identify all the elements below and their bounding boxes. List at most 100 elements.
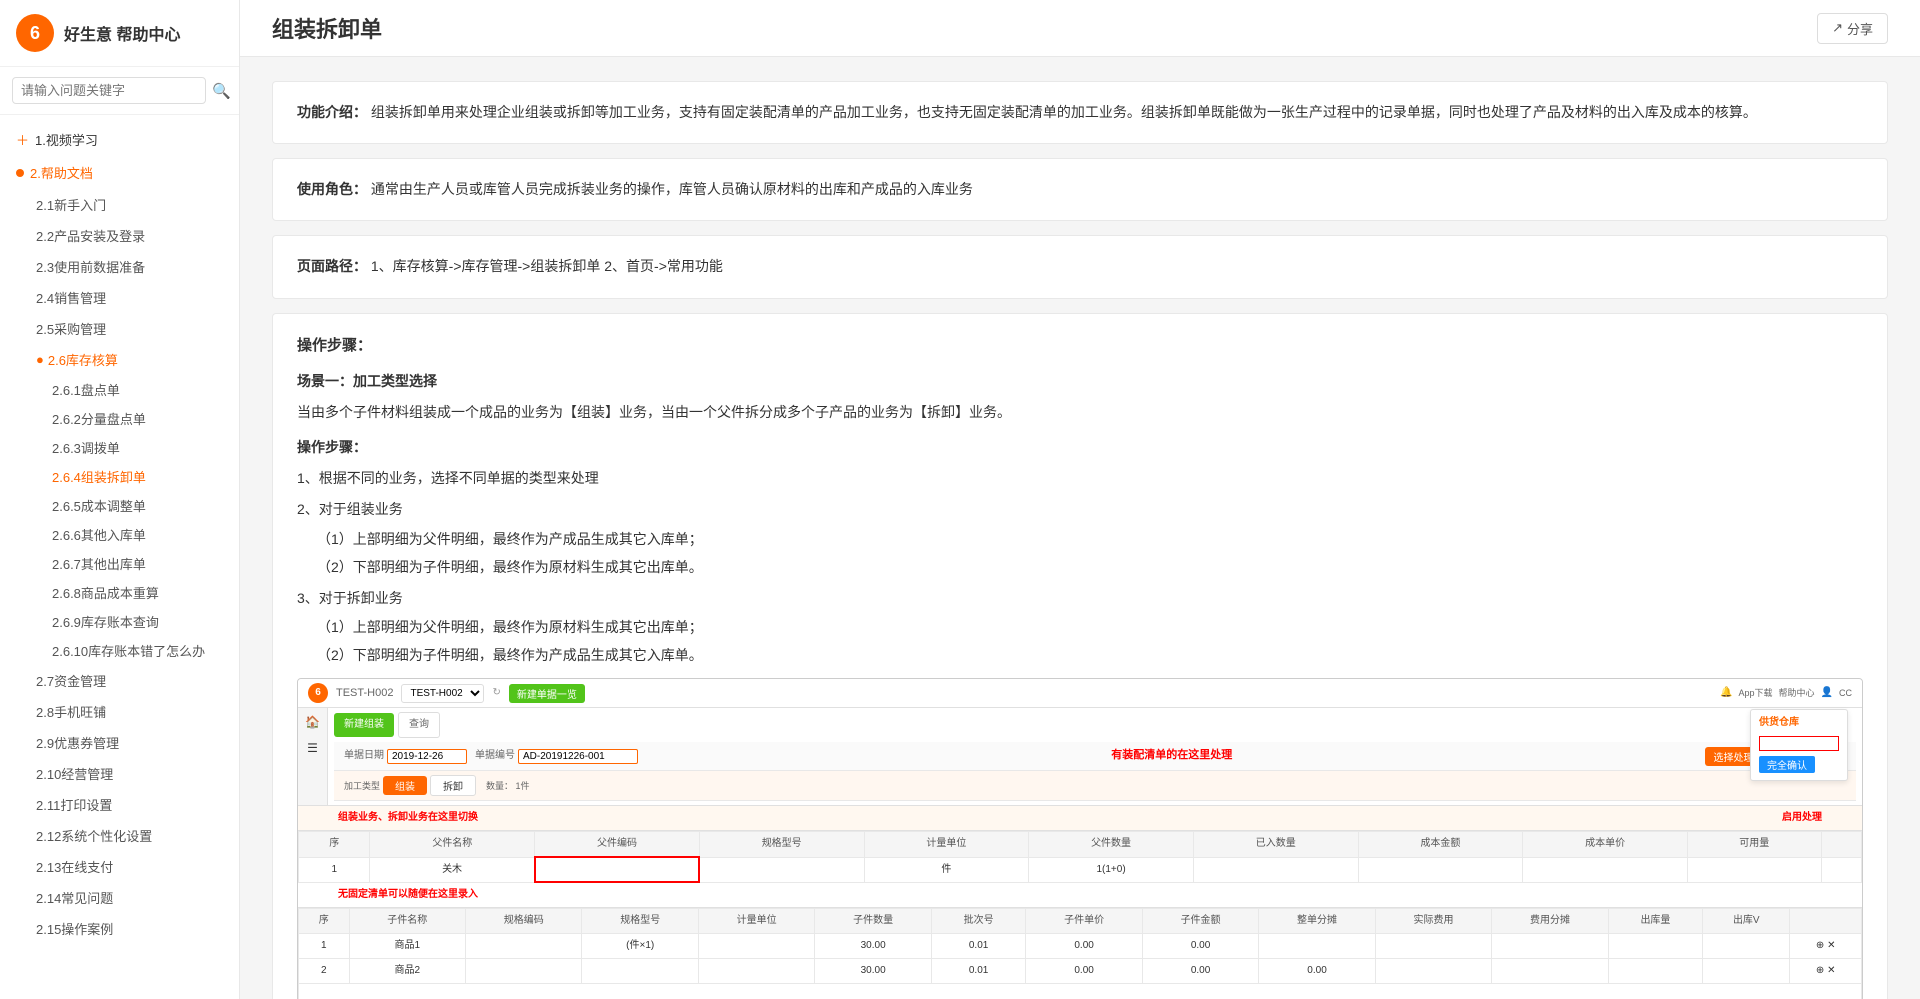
site-title: 好生意 帮助中心 xyxy=(64,21,180,45)
ss-full-confirm-btn[interactable]: 完全确认 xyxy=(1759,756,1815,773)
sidebar: 6 好生意 帮助中心 🔍 ＋ 1.视频学习 2.帮助文档 2.1新手入门 2.2… xyxy=(0,0,240,999)
ss-cell xyxy=(699,857,864,882)
search-input[interactable] xyxy=(12,77,206,104)
ss-col-actions xyxy=(1790,909,1862,934)
ss-date-label: 单据日期 xyxy=(344,747,384,765)
share-icon: ↗ xyxy=(1832,20,1843,36)
ss-qty-label: 数量 xyxy=(486,781,504,791)
ss-type-label: 加工类型 xyxy=(344,778,380,794)
share-button[interactable]: ↗ 分享 xyxy=(1817,13,1888,44)
ss-annotation-row: 组装业务、拆卸业务在这里切换 启用处理 xyxy=(298,806,1862,831)
ss-store-input[interactable] xyxy=(1759,736,1839,751)
sidebar-item-label: 2.帮助文档 xyxy=(30,163,93,182)
scenario1-title: 场景一：加工类型选择 xyxy=(297,369,1863,394)
ss-cell: 30.00 xyxy=(815,959,931,984)
step2-2: （2）下部明细为子件明细，最终作为原材料生成其它出库单。 xyxy=(317,555,1863,580)
sidebar-item-mobile[interactable]: 2.8手机旺铺 xyxy=(28,696,239,727)
ss-cell xyxy=(1259,934,1375,959)
sidebar-item-266[interactable]: 2.6.6其他入库单 xyxy=(44,520,239,549)
logo-icon: 6 xyxy=(16,14,54,52)
ss-child-table: 序 子件名称 规格编码 规格型号 计量单位 子件数量 批次号 子件单价 子件金额… xyxy=(298,908,1862,999)
ss-assemble-btn[interactable]: 组装 xyxy=(383,776,427,795)
ss-cell xyxy=(1492,959,1608,984)
ss-cell: 1(1+0) xyxy=(1029,857,1194,882)
ss-col-outqty: 出库量 xyxy=(1608,909,1702,934)
sidebar-item-269[interactable]: 2.6.9库存账本查询 xyxy=(44,607,239,636)
ss-col-qty: 父件数量 xyxy=(1029,832,1194,858)
ss-col-unit: 计量单位 xyxy=(864,832,1029,858)
ss-col-alloc: 整单分摊 xyxy=(1259,909,1375,934)
ss-list-icon: ☰ xyxy=(307,738,318,760)
sidebar-item-print[interactable]: 2.11打印设置 xyxy=(28,789,239,820)
sidebar-header: 6 好生意 帮助中心 xyxy=(0,0,239,67)
sidebar-item-personalize[interactable]: 2.12系统个性化设置 xyxy=(28,820,239,851)
ss-col-inqty: 已入数量 xyxy=(1193,832,1358,858)
ss-cell: 0.00 xyxy=(1142,934,1258,959)
ss-company-select[interactable]: TEST-H002 xyxy=(401,684,484,703)
ss-new-order-btn[interactable]: 新建单据一览 xyxy=(509,684,585,703)
sidebar-item-264[interactable]: 2.6.4组装拆卸单 xyxy=(44,462,239,491)
search-button[interactable]: 🔍 xyxy=(212,82,231,100)
ss-type-row: 加工类型 组装 拆卸 数量： 1件 xyxy=(334,771,1856,801)
ss-cell: (件×1) xyxy=(582,934,698,959)
sidebar-item-purchase[interactable]: 2.5采购管理 xyxy=(28,313,239,344)
ss-cell xyxy=(1821,857,1861,882)
ss-side-icons: 🏠 ☰ xyxy=(298,708,328,805)
table-row: 1 关木 件 1(1+0) xyxy=(299,857,1862,882)
sidebar-item-data-prep[interactable]: 2.3使用前数据准备 xyxy=(28,251,239,282)
sidebar-item-sales[interactable]: 2.4销售管理 xyxy=(28,282,239,313)
ss-cell: 件 xyxy=(864,857,1029,882)
ss-col-actual: 实际费用 xyxy=(1375,909,1491,934)
ss-top-icons: 🔔 App下载 帮助中心 👤 CC xyxy=(1720,684,1852,702)
ss-date-input[interactable] xyxy=(387,749,467,764)
sidebar-item-262[interactable]: 2.6.2分量盘点单 xyxy=(44,404,239,433)
main-area: 组装拆卸单 ↗ 分享 功能介绍： 组装拆卸单用来处理企业组装或拆卸等加工业务，支… xyxy=(240,0,1920,999)
sidebar-item-management[interactable]: 2.10经营管理 xyxy=(28,758,239,789)
sidebar-item-payment[interactable]: 2.13在线支付 xyxy=(28,851,239,882)
ss-tab-assembly[interactable]: 新建组装 xyxy=(334,713,394,737)
sidebar-item-install[interactable]: 2.2产品安装及登录 xyxy=(28,220,239,251)
ss-col-fee: 费用分摊 xyxy=(1492,909,1608,934)
ss-qty-value: 1件 xyxy=(516,781,530,791)
ss-cell: 0.01 xyxy=(931,959,1025,984)
ss-number-field: 单据编号 xyxy=(475,747,638,765)
ops-title: 操作步骤： xyxy=(297,332,1863,359)
ss-disassemble-btn[interactable]: 拆卸 xyxy=(430,775,476,796)
ss-cell: 0.01 xyxy=(931,934,1025,959)
sidebar-item-inventory[interactable]: ● 2.6库存核算 xyxy=(28,344,239,375)
sidebar-item-helpdoc[interactable]: 2.帮助文档 xyxy=(0,156,239,189)
ss-cell xyxy=(698,934,814,959)
ss-cell xyxy=(1703,959,1790,984)
sidebar-item-2610[interactable]: 2.6.10库存账本错了怎么办 xyxy=(44,636,239,665)
sidebar-item-label: 1.视频学习 xyxy=(35,130,98,149)
sidebar-item-267[interactable]: 2.6.7其他出库单 xyxy=(44,549,239,578)
sidebar-item-265[interactable]: 2.6.5成本调整单 xyxy=(44,491,239,520)
ss-refresh-icon: ↻ xyxy=(492,684,500,702)
sidebar-item-261[interactable]: 2.6.1盘点单 xyxy=(44,375,239,404)
ss-col-spec: 规格型号 xyxy=(699,832,864,858)
sidebar-item-cases[interactable]: 2.15操作案例 xyxy=(28,913,239,944)
ss-col-costprice: 成本单价 xyxy=(1523,832,1688,858)
ss-cell: ⊕ ✕ xyxy=(1790,934,1862,959)
ss-cell: 1 xyxy=(299,857,370,882)
sidebar-item-beginner[interactable]: 2.1新手入门 xyxy=(28,189,239,220)
sidebar-item-capital[interactable]: 2.7资金管理 xyxy=(28,665,239,696)
sidebar-item-268[interactable]: 2.6.8商品成本重算 xyxy=(44,578,239,607)
ss-panel-title: 供货仓库 xyxy=(1759,714,1839,732)
sidebar-item-263[interactable]: 2.6.3调拨单 xyxy=(44,433,239,462)
ss-cell: 商品2 xyxy=(349,959,465,984)
ss-cell: 0.00 xyxy=(1259,959,1375,984)
ss-tab-query[interactable]: 查询 xyxy=(398,712,440,738)
ss-company: TEST-H002 xyxy=(336,684,393,704)
sidebar-item-coupon[interactable]: 2.9优惠券管理 xyxy=(28,727,239,758)
ss-col-seq2: 序 xyxy=(299,909,350,934)
sidebar-item-video[interactable]: ＋ 1.视频学习 xyxy=(0,123,239,156)
ss-col-outv: 出库V xyxy=(1703,909,1790,934)
main-header: 组装拆卸单 ↗ 分享 xyxy=(240,0,1920,57)
ss-col-parent-code: 父件编码 xyxy=(535,832,700,858)
ss-col-camount: 子件金额 xyxy=(1142,909,1258,934)
share-label: 分享 xyxy=(1847,19,1873,38)
path-label: 页面路径： xyxy=(297,258,367,274)
ss-number-input[interactable] xyxy=(518,749,638,764)
sidebar-item-faq[interactable]: 2.14常见问题 xyxy=(28,882,239,913)
